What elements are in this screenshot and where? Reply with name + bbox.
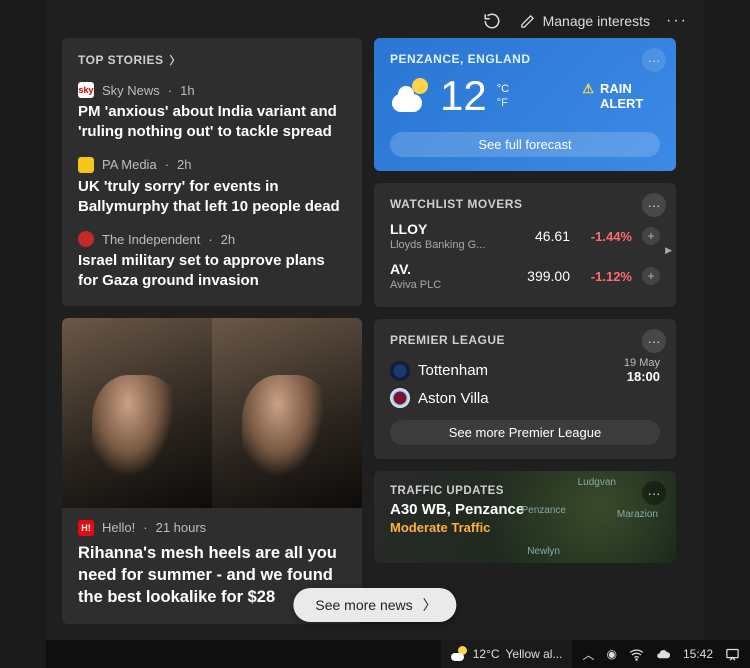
weather-card[interactable]: ··· PENZANCE, ENGLAND 12 °C °F ⚠ RAIN AL… (374, 38, 676, 171)
see-forecast-button[interactable]: See full forecast (390, 132, 660, 157)
see-more-news-button[interactable]: See more news 〉 (293, 588, 456, 622)
top-stories-card: TOP STORIES 〉 sky Sky News · 1h PM 'anxi… (62, 38, 362, 306)
fixture-time: 18:00 (624, 369, 660, 384)
manage-interests-button[interactable]: Manage interests (519, 12, 650, 30)
notifications-icon[interactable] (725, 647, 740, 662)
refresh-icon[interactable] (483, 12, 501, 30)
fixture-date: 19 May (624, 357, 660, 369)
story-item[interactable]: The Independent · 2h Israel military set… (78, 231, 346, 292)
onedrive-icon[interactable] (656, 647, 671, 662)
taskbar-temp: 12°C (473, 647, 500, 661)
traffic-header: TRAFFIC UPDATES (390, 485, 660, 497)
ticker-change: -1.12% (580, 269, 632, 284)
weather-alert: ⚠ RAIN ALERT (582, 81, 660, 111)
ticker-change: -1.44% (580, 229, 632, 244)
toolbar: Manage interests ··· (46, 0, 704, 38)
story-headline: UK 'truly sorry' for events in Ballymurp… (78, 177, 346, 218)
watchlist-row[interactable]: LLOY Lloyds Banking G... 46.61 -1.44% + (390, 221, 660, 251)
source-badge: sky (78, 82, 94, 98)
alert-icon: ⚠ (582, 81, 594, 97)
story-time: 21 hours (156, 520, 207, 535)
add-ticker-icon[interactable]: + (642, 227, 660, 245)
story-source: Hello! (102, 520, 135, 535)
story-time: 1h (180, 83, 194, 98)
taskbar: 12°C Yellow al... ︿ ◉ 15:42 (46, 640, 750, 668)
story-headline: PM 'anxious' about India variant and 'ru… (78, 102, 346, 143)
see-more-league-button[interactable]: See more Premier League (390, 420, 660, 445)
story-headline: Israel military set to approve plans for… (78, 251, 346, 292)
team-badge-icon (390, 361, 410, 381)
traffic-status: Moderate Traffic (390, 520, 660, 535)
more-icon[interactable]: ··· (668, 12, 686, 30)
card-more-icon[interactable]: ··· (642, 481, 666, 505)
ticker-name: Lloyds Banking G... (390, 239, 504, 251)
source-badge (78, 231, 94, 247)
weather-icon (451, 646, 467, 662)
fixture-row[interactable]: Aston Villa (390, 388, 660, 408)
map-label: Newlyn (527, 546, 560, 557)
feature-image (62, 318, 362, 508)
team-name: Aston Villa (418, 390, 489, 407)
weather-units[interactable]: °C °F (497, 83, 509, 109)
ticker: AV. (390, 261, 504, 277)
tray-chevron-icon[interactable]: ︿ (582, 646, 594, 663)
pencil-icon (519, 12, 537, 30)
watchlist-row[interactable]: AV. Aviva PLC 399.00 -1.12% + (390, 261, 660, 291)
taskbar-weather-text: Yellow al... (506, 647, 563, 661)
taskbar-clock[interactable]: 15:42 (683, 647, 713, 661)
map-label: Penzance (522, 505, 566, 516)
story-source: PA Media (102, 157, 157, 172)
weather-location: PENZANCE, ENGLAND (390, 52, 660, 66)
system-tray[interactable]: ︿ ◉ 15:42 (572, 646, 750, 663)
map-label: Ludgvan (578, 477, 616, 488)
watchlist-header[interactable]: WATCHLIST MOVERS (390, 197, 660, 211)
taskbar-weather[interactable]: 12°C Yellow al... (441, 640, 573, 668)
wifi-icon[interactable] (629, 647, 644, 662)
watchlist-card: ··· WATCHLIST MOVERS ▶ LLOY Lloyds Banki… (374, 183, 676, 307)
story-time: 2h (177, 157, 191, 172)
story-item[interactable]: PA Media · 2h UK 'truly sorry' for event… (78, 157, 346, 218)
news-panel: Manage interests ··· TOP STORIES 〉 sky S… (46, 0, 704, 640)
weather-temp: 12 (440, 72, 487, 120)
card-more-icon[interactable]: ··· (642, 48, 666, 72)
chevron-right-icon: 〉 (170, 52, 182, 68)
story-item[interactable]: sky Sky News · 1h PM 'anxious' about Ind… (78, 82, 346, 143)
story-source: Sky News (102, 83, 160, 98)
team-name: Tottenham (418, 362, 488, 379)
add-ticker-icon[interactable]: + (642, 267, 660, 285)
weather-condition-icon (390, 76, 430, 116)
fixture-row[interactable]: Tottenham 19 May 18:00 (390, 357, 660, 384)
top-stories-header[interactable]: TOP STORIES 〉 (78, 52, 346, 68)
chevron-right-icon: 〉 (423, 595, 437, 615)
manage-interests-label: Manage interests (543, 13, 650, 29)
source-badge: H! (78, 520, 94, 536)
source-badge (78, 157, 94, 173)
sport-card: ··· PREMIER LEAGUE Tottenham 19 May 18:0… (374, 319, 676, 459)
feature-story-card[interactable]: H! Hello! · 21 hours Rihanna's mesh heel… (62, 318, 362, 625)
ticker-value: 399.00 (514, 268, 570, 284)
ticker: LLOY (390, 221, 504, 237)
story-source: The Independent (102, 232, 200, 247)
traffic-card[interactable]: ··· TRAFFIC UPDATES A30 WB, Penzance Mod… (374, 471, 676, 563)
location-icon[interactable]: ◉ (606, 647, 616, 661)
story-time: 2h (221, 232, 235, 247)
team-badge-icon (390, 388, 410, 408)
chevron-right-icon[interactable]: ▶ (665, 245, 672, 256)
card-more-icon[interactable]: ··· (642, 329, 666, 353)
sport-header[interactable]: PREMIER LEAGUE (390, 333, 660, 347)
ticker-value: 46.61 (514, 228, 570, 244)
card-more-icon[interactable]: ··· (642, 193, 666, 217)
map-label: Marazion (617, 509, 658, 520)
ticker-name: Aviva PLC (390, 279, 504, 291)
